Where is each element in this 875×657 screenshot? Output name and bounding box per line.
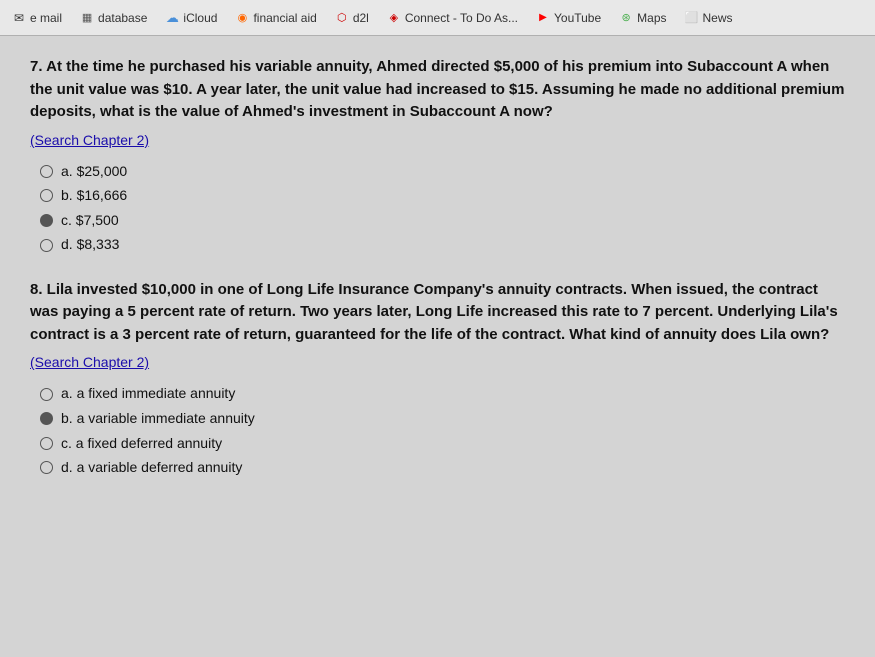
toolbar-database-label: database: [98, 11, 147, 25]
question-8-text: 8. Lila invested $10,000 in one of Long …: [30, 279, 845, 347]
icloud-icon: [165, 11, 179, 25]
toolbar-youtube[interactable]: YouTube: [532, 9, 605, 27]
question-8-option-d-label: d. a variable deferred annuity: [61, 458, 242, 478]
toolbar-connect-label: Connect - To Do As...: [405, 11, 518, 25]
question-8-search-link[interactable]: (Search Chapter 2): [30, 354, 149, 370]
toolbar-financial-aid-label: financial aid: [253, 11, 316, 25]
radio-7b[interactable]: [40, 189, 53, 202]
toolbar-icloud[interactable]: iCloud: [161, 9, 221, 27]
toolbar-maps[interactable]: Maps: [615, 9, 670, 27]
news-icon: [685, 11, 699, 25]
radio-7d[interactable]: [40, 239, 53, 252]
question-8-option-c[interactable]: c. a fixed deferred annuity: [40, 434, 845, 454]
toolbar-youtube-label: YouTube: [554, 11, 601, 25]
toolbar-mail-label: e mail: [30, 11, 62, 25]
question-7-option-a-label: a. $25,000: [61, 162, 127, 182]
toolbar-mail[interactable]: e mail: [8, 9, 66, 27]
radio-8b[interactable]: [40, 412, 53, 425]
toolbar-connect[interactable]: Connect - To Do As...: [383, 9, 522, 27]
question-7-option-d-label: d. $8,333: [61, 235, 119, 255]
question-7-option-d[interactable]: d. $8,333: [40, 235, 845, 255]
question-8-option-b[interactable]: b. a variable immediate annuity: [40, 409, 845, 429]
toolbar-icloud-label: iCloud: [183, 11, 217, 25]
question-8-option-c-label: c. a fixed deferred annuity: [61, 434, 222, 454]
radio-7c[interactable]: [40, 214, 53, 227]
radio-8a[interactable]: [40, 388, 53, 401]
toolbar-news[interactable]: News: [681, 9, 737, 27]
question-8-option-a-label: a. a fixed immediate annuity: [61, 384, 235, 404]
question-8-option-a[interactable]: a. a fixed immediate annuity: [40, 384, 845, 404]
financial-aid-icon: [235, 11, 249, 25]
question-8-option-d[interactable]: d. a variable deferred annuity: [40, 458, 845, 478]
radio-8d[interactable]: [40, 461, 53, 474]
question-7-text: 7. At the time he purchased his variable…: [30, 56, 845, 124]
question-7-option-b-label: b. $16,666: [61, 186, 127, 206]
toolbar-news-label: News: [703, 11, 733, 25]
radio-7a[interactable]: [40, 165, 53, 178]
toolbar-financial-aid[interactable]: financial aid: [231, 9, 320, 27]
question-7-option-c[interactable]: c. $7,500: [40, 211, 845, 231]
maps-icon: [619, 11, 633, 25]
question-7-search-link[interactable]: (Search Chapter 2): [30, 132, 149, 148]
youtube-icon: [536, 11, 550, 25]
question-7-option-c-label: c. $7,500: [61, 211, 119, 231]
d2l-icon: [335, 11, 349, 25]
question-8-options: a. a fixed immediate annuity b. a variab…: [30, 384, 845, 477]
browser-toolbar: e mail database iCloud financial aid d2l…: [0, 0, 875, 36]
question-7-option-a[interactable]: a. $25,000: [40, 162, 845, 182]
question-8-block: 8. Lila invested $10,000 in one of Long …: [30, 279, 845, 478]
toolbar-maps-label: Maps: [637, 11, 666, 25]
toolbar-database[interactable]: database: [76, 9, 151, 27]
mail-icon: [12, 11, 26, 25]
connect-icon: [387, 11, 401, 25]
database-icon: [80, 11, 94, 25]
question-7-option-b[interactable]: b. $16,666: [40, 186, 845, 206]
question-8-option-b-label: b. a variable immediate annuity: [61, 409, 255, 429]
radio-8c[interactable]: [40, 437, 53, 450]
toolbar-d2l-label: d2l: [353, 11, 369, 25]
question-7-options: a. $25,000 b. $16,666 c. $7,500 d. $8,33…: [30, 162, 845, 255]
toolbar-d2l[interactable]: d2l: [331, 9, 373, 27]
question-7-block: 7. At the time he purchased his variable…: [30, 56, 845, 255]
content-area: 7. At the time he purchased his variable…: [0, 36, 875, 657]
